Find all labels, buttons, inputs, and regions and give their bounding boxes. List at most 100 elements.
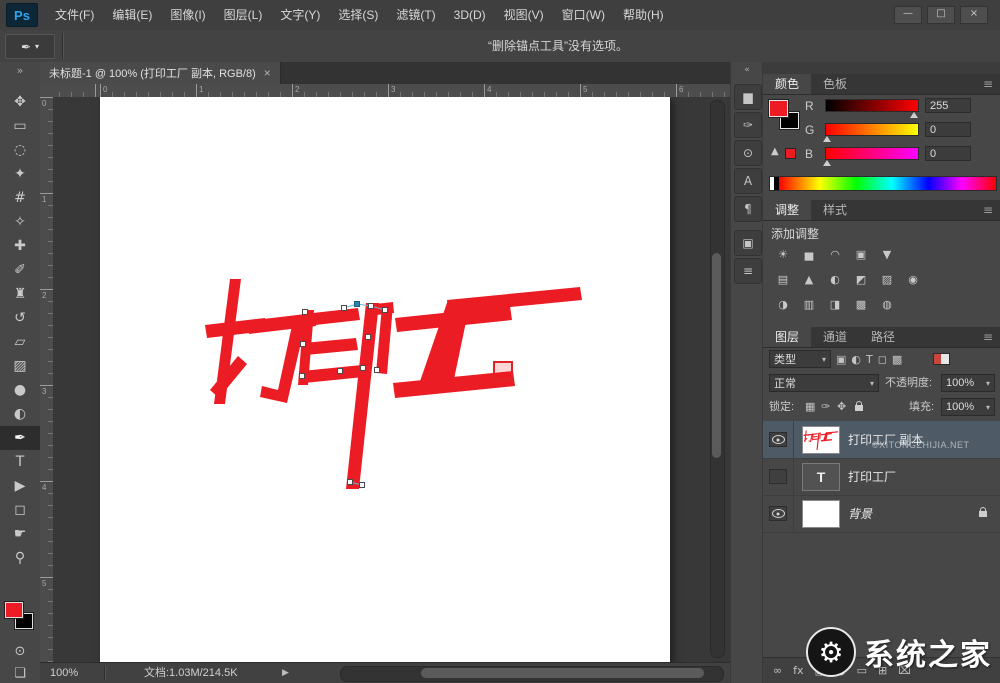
adjustment-color-balance-icon[interactable]: ▲ [797,271,821,288]
layer-row-text[interactable]: T 打印工厂 [763,458,1000,496]
tab-paths[interactable]: 路径 [859,327,907,347]
quick-mask-button[interactable]: ⊙ [0,644,40,659]
tab-layers[interactable]: 图层 [763,327,811,347]
layer-name[interactable]: 背景 [848,505,872,522]
blue-channel-value[interactable]: 0 [925,146,971,161]
slider-thumb[interactable] [823,160,831,166]
adjustment-threshold-icon[interactable]: ◨ [823,296,847,313]
clone-source-panel-icon[interactable]: ▣ [734,230,762,256]
hand-tool[interactable]: ☛ [0,522,40,546]
fill-value[interactable]: 100% ▾ [941,398,995,416]
quick-selection-tool[interactable]: ✦ [0,162,40,186]
history-brush-tool[interactable]: ↺ [0,306,40,330]
tab-close-icon[interactable]: × [264,66,271,80]
tab-styles[interactable]: 样式 [811,200,859,220]
gradient-tool[interactable]: ▨ [0,354,40,378]
menu-view[interactable]: 视图(V) [495,0,553,30]
path-selection-tool[interactable]: ▶ [0,474,40,498]
document-tab[interactable]: 未标题-1 @ 100% (打印工厂 副本, RGB/8) × [40,62,281,84]
histogram-panel-icon[interactable]: ▆ [734,84,762,110]
menu-image[interactable]: 图像(I) [161,0,214,30]
filter-toggle-switch[interactable] [933,353,950,365]
adjustment-levels-icon[interactable]: ▅ [797,246,821,263]
zoom-tool[interactable]: ⚲ [0,546,40,570]
red-channel-slider[interactable] [825,99,919,112]
blend-mode-dropdown[interactable]: 正常 ▾ [769,374,879,392]
tool-preset-picker[interactable]: ✒ ▾ [5,34,55,59]
move-tool[interactable]: ✥ [0,90,40,114]
type-tool[interactable]: T [0,450,40,474]
dodge-tool[interactable]: ◐ [0,402,40,426]
zoom-level[interactable]: 100% [50,663,78,683]
foreground-color-swatch[interactable] [5,602,23,618]
adjustment-black-white-icon[interactable]: ◐ [823,271,847,288]
vertical-scrollbar[interactable] [710,100,725,658]
crop-tool[interactable]: # [0,186,40,210]
adjustment-photo-filter-icon[interactable]: ◩ [849,271,873,288]
tab-adjustments[interactable]: 调整 [763,200,811,220]
layer-row-background[interactable]: 背景 [763,495,1000,533]
navigator-panel-icon[interactable]: ✑ [734,112,762,138]
maximize-button[interactable]: □ [927,6,955,24]
lasso-tool[interactable]: ◌ [0,138,40,162]
brush-tool[interactable]: ✐ [0,258,40,282]
visibility-cell[interactable] [763,495,794,532]
background-layer-thumbnail[interactable] [802,500,840,528]
layer-thumbnail[interactable] [802,426,840,454]
horizontal-ruler[interactable]: 0 1 2 3 4 5 6 [53,84,730,98]
canvas-artwork[interactable] [100,97,670,662]
gamut-warning-swatch[interactable] [785,148,796,159]
screen-mode-button[interactable]: ❏ [0,666,40,681]
tab-channels[interactable]: 通道 [811,327,859,347]
minimize-button[interactable]: — [894,6,922,24]
rectangular-marquee-tool[interactable]: ▭ [0,114,40,138]
menu-edit[interactable]: 编辑(E) [103,0,161,30]
gamut-warning-icon[interactable]: ▲ [771,146,779,157]
menu-select[interactable]: 选择(S) [329,0,387,30]
filter-pixel-layers-icon[interactable]: ▣ [836,353,846,366]
lock-transparent-icon[interactable]: ▦ [805,398,815,416]
shape-tool[interactable]: ◻ [0,498,40,522]
healing-brush-tool[interactable]: ✚ [0,234,40,258]
toolbar-collapse-button[interactable]: » [0,64,40,77]
panel-menu-icon[interactable]: ≡ [975,74,1000,94]
lock-position-icon[interactable]: ✥ [837,398,846,416]
red-channel-value[interactable]: 255 [925,98,971,113]
menu-layer[interactable]: 图层(L) [215,0,272,30]
adjustment-color-lookup-icon[interactable]: ◉ [901,271,925,288]
tab-color[interactable]: 颜色 [763,74,811,94]
adjustment-channel-mixer-icon[interactable]: ▨ [875,271,899,288]
slider-thumb[interactable] [910,112,918,118]
clone-stamp-tool[interactable]: ♜ [0,282,40,306]
paragraph-panel-icon[interactable]: ¶ [734,196,762,222]
filter-shape-layers-icon[interactable]: ◻ [878,353,887,366]
eraser-tool[interactable]: ▱ [0,330,40,354]
adjustment-invert-icon[interactable]: ◑ [771,296,795,313]
panel-menu-icon[interactable]: ≡ [975,200,1000,220]
visibility-cell[interactable] [763,421,794,458]
status-expand-icon[interactable]: ▶ [282,663,289,683]
lock-all-icon[interactable] [855,405,863,411]
visibility-cell[interactable] [763,458,794,495]
close-button[interactable]: × [960,6,988,24]
menu-window[interactable]: 窗口(W) [553,0,614,30]
filter-adjustment-layers-icon[interactable]: ◐ [851,353,861,366]
blue-channel-slider[interactable] [825,147,919,160]
horizontal-scrollbar[interactable] [340,666,724,682]
pen-tool[interactable]: ✒ [0,426,40,450]
green-channel-value[interactable]: 0 [925,122,971,137]
vertical-ruler[interactable]: 0 1 2 3 4 5 [40,97,54,662]
menu-file[interactable]: 文件(F) [46,0,103,30]
menu-help[interactable]: 帮助(H) [614,0,673,30]
layer-filter-dropdown[interactable]: 类型 ▾ [769,350,831,368]
opacity-value[interactable]: 100% ▾ [941,374,995,392]
adjustment-selective-color-icon[interactable]: ◍ [875,296,899,313]
adjustment-exposure-icon[interactable]: ▣ [849,246,873,263]
adjustment-gradient-map-icon[interactable]: ▩ [849,296,873,313]
menu-3d[interactable]: 3D(D) [445,0,495,30]
timeline-panel-icon[interactable]: ≡ [734,258,762,284]
vertical-scrollbar-thumb[interactable] [712,253,721,458]
layer-style-icon[interactable]: fx [793,664,803,677]
link-layers-icon[interactable]: ∞ [773,664,782,677]
dock-collapse-button[interactable]: « [731,65,763,75]
